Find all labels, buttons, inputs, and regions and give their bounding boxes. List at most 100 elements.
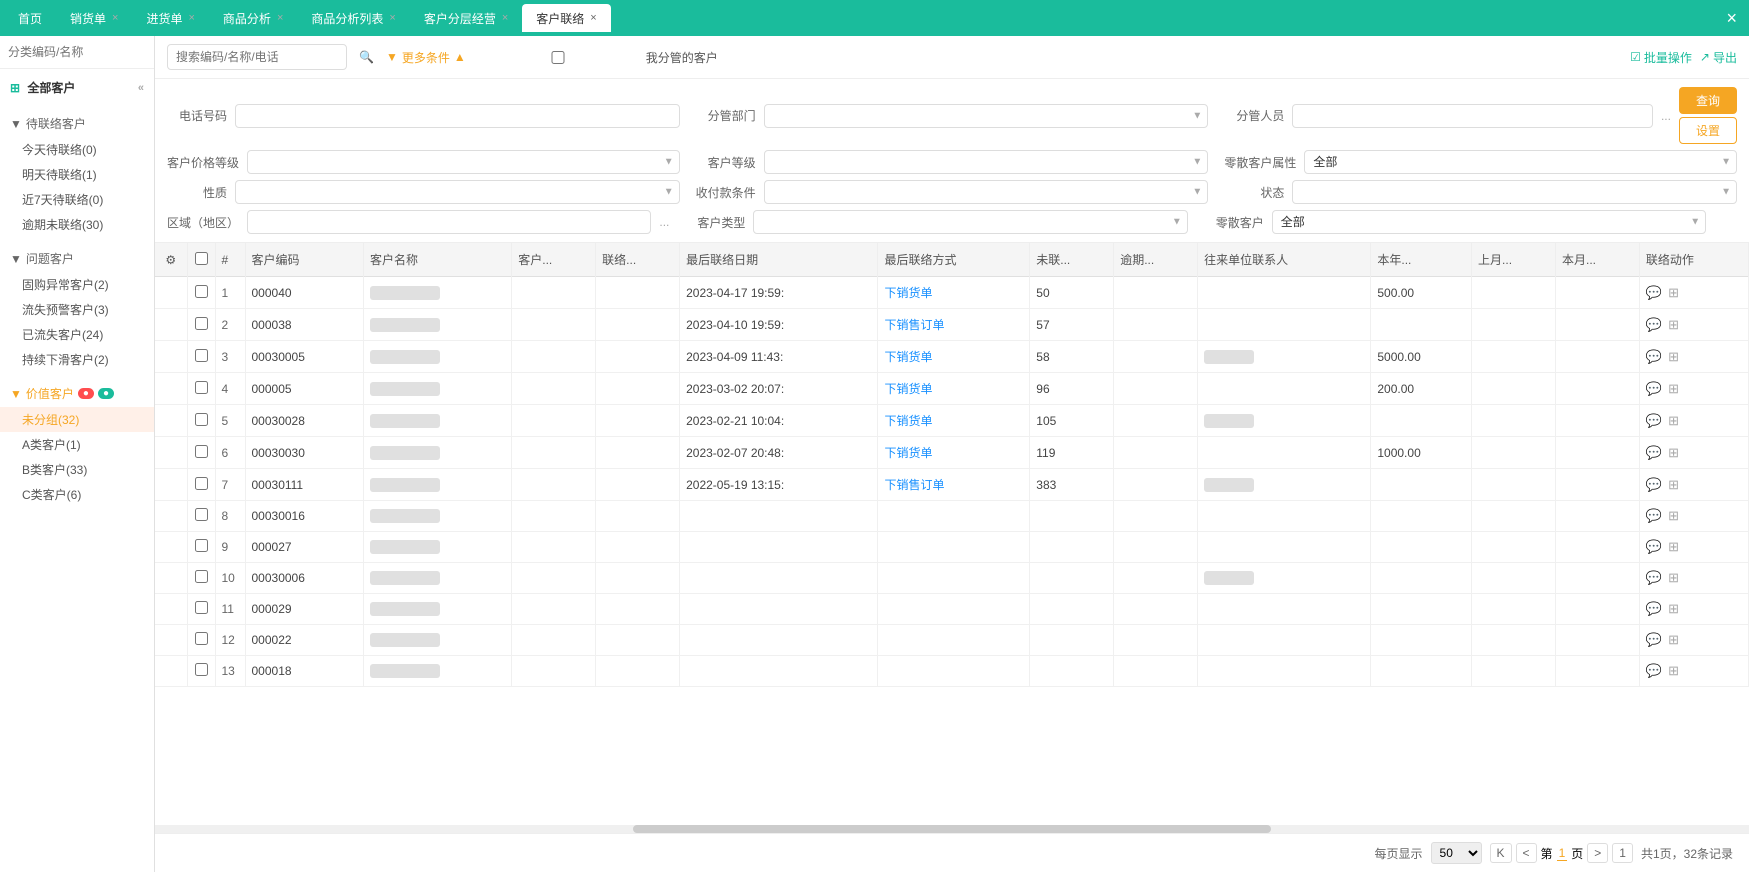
sidebar-item-near7[interactable]: 近7天待联络(0)	[0, 187, 154, 212]
select-all-checkbox[interactable]	[195, 252, 208, 265]
col-overdue[interactable]: 逾期...	[1114, 243, 1198, 277]
scrollbar-thumb[interactable]	[633, 825, 1271, 833]
next-page-btn[interactable]: >	[1587, 843, 1608, 863]
cell-checkbox[interactable]	[187, 341, 215, 373]
sidebar-item-lost[interactable]: 已流失客户(24)	[0, 322, 154, 347]
cell-checkbox[interactable]	[187, 373, 215, 405]
batch-ops-btn[interactable]: ☑ 批量操作	[1630, 49, 1692, 66]
sidebar-item-group-b[interactable]: B类客户(33)	[0, 457, 154, 482]
price-select[interactable]	[247, 150, 680, 174]
tab-sales[interactable]: 销货单 ×	[56, 4, 132, 32]
last-page-btn[interactable]: 1	[1612, 843, 1633, 863]
grid-action-icon[interactable]: ⊞	[1668, 570, 1679, 586]
my-customers-checkbox[interactable]	[478, 51, 638, 64]
chat-icon[interactable]: 💬	[1646, 477, 1662, 493]
first-page-btn[interactable]: K	[1490, 843, 1512, 863]
more-conditions-btn[interactable]: ▼ 更多条件 ▲	[386, 49, 466, 66]
sidebar-item-predicted-loss[interactable]: 流失预警客户(3)	[0, 297, 154, 322]
row-checkbox[interactable]	[195, 349, 208, 362]
col-contact[interactable]: 联络...	[596, 243, 680, 277]
cell-last-method[interactable]	[878, 501, 1030, 532]
sidebar-search-input[interactable]	[8, 45, 155, 59]
cell-checkbox[interactable]	[187, 625, 215, 656]
sidebar-item-group-a[interactable]: A类客户(1)	[0, 432, 154, 457]
retail-select[interactable]: 全部	[1272, 210, 1706, 234]
cell-checkbox[interactable]	[187, 277, 215, 309]
close-sales-tab[interactable]: ×	[112, 12, 118, 24]
cell-checkbox[interactable]	[187, 469, 215, 501]
tab-goods-analysis[interactable]: 商品分析 ×	[209, 4, 297, 32]
tab-home[interactable]: 首页	[4, 4, 56, 32]
col-last-method[interactable]: 最后联络方式	[878, 243, 1030, 277]
cell-last-method[interactable]	[878, 532, 1030, 563]
cell-checkbox[interactable]	[187, 405, 215, 437]
sidebar-waiting-header[interactable]: ▼ 待联络客户	[0, 110, 154, 137]
retail-attr-select[interactable]: 全部	[1304, 150, 1737, 174]
col-last-month[interactable]: 上月...	[1472, 243, 1556, 277]
tab-goods-list[interactable]: 商品分析列表 ×	[297, 4, 409, 32]
chat-icon[interactable]: 💬	[1646, 285, 1662, 301]
sidebar-item-tomorrow[interactable]: 明天待联络(1)	[0, 162, 154, 187]
chat-icon[interactable]: 💬	[1646, 508, 1662, 524]
cell-checkbox[interactable]	[187, 532, 215, 563]
cell-last-method[interactable]: 下销货单	[878, 405, 1030, 437]
sidebar-item-today[interactable]: 今天待联络(0)	[0, 137, 154, 162]
col-unlink[interactable]: 未联...	[1030, 243, 1114, 277]
status-select[interactable]	[1292, 180, 1737, 204]
close-goods-list-tab[interactable]: ×	[389, 12, 395, 24]
cell-last-method[interactable]: 下销货单	[878, 341, 1030, 373]
my-customers-checkbox-label[interactable]: 我分管的客户	[478, 49, 718, 66]
grid-action-icon[interactable]: ⊞	[1668, 601, 1679, 617]
cell-last-method[interactable]: 下销货单	[878, 437, 1030, 469]
chat-icon[interactable]: 💬	[1646, 632, 1662, 648]
chat-icon[interactable]: 💬	[1646, 539, 1662, 555]
sidebar-item-abnormal[interactable]: 固购异常客户(2)	[0, 272, 154, 297]
nature-select[interactable]	[235, 180, 680, 204]
sidebar-value-header[interactable]: ▼ 价值客户 ● ●	[0, 380, 154, 407]
close-customer-tier-tab[interactable]: ×	[502, 12, 508, 24]
type-select[interactable]	[753, 210, 1187, 234]
row-checkbox[interactable]	[195, 663, 208, 676]
col-this-month[interactable]: 本月...	[1555, 243, 1639, 277]
cell-last-method[interactable]: 下销货单	[878, 373, 1030, 405]
reset-btn[interactable]: 设置	[1679, 117, 1737, 144]
person-dots-btn[interactable]: ...	[1661, 109, 1671, 123]
chat-icon[interactable]: 💬	[1646, 349, 1662, 365]
payment-select[interactable]	[764, 180, 1209, 204]
phone-input[interactable]	[235, 104, 680, 128]
cell-last-method[interactable]	[878, 594, 1030, 625]
search-btn-icon[interactable]: 🔍	[359, 50, 374, 64]
chat-icon[interactable]: 💬	[1646, 601, 1662, 617]
cell-checkbox[interactable]	[187, 594, 215, 625]
horizontal-scrollbar[interactable]	[155, 825, 1749, 833]
cell-last-method[interactable]: 下销货单	[878, 277, 1030, 309]
grid-action-icon[interactable]: ⊞	[1668, 477, 1679, 493]
row-checkbox[interactable]	[195, 413, 208, 426]
page-size-select[interactable]: 50 100 200	[1431, 842, 1482, 864]
close-purchase-tab[interactable]: ×	[188, 12, 194, 24]
chat-icon[interactable]: 💬	[1646, 413, 1662, 429]
cell-checkbox[interactable]	[187, 437, 215, 469]
grid-action-icon[interactable]: ⊞	[1668, 381, 1679, 397]
sidebar-collapse-btn[interactable]: «	[138, 82, 144, 94]
grid-action-icon[interactable]: ⊞	[1668, 539, 1679, 555]
col-this-year[interactable]: 本年...	[1371, 243, 1472, 277]
cell-last-method[interactable]	[878, 656, 1030, 687]
person-input[interactable]	[1292, 104, 1653, 128]
chat-icon[interactable]: 💬	[1646, 663, 1662, 679]
dept-select[interactable]	[764, 104, 1209, 128]
area-dots-btn[interactable]: ...	[659, 215, 669, 229]
col-code[interactable]: 客户编码	[245, 243, 364, 277]
sidebar-item-decreasing[interactable]: 持续下滑客户(2)	[0, 347, 154, 372]
cell-last-method[interactable]	[878, 563, 1030, 594]
col-checkbox-all[interactable]	[187, 243, 215, 277]
query-btn[interactable]: 查询	[1679, 87, 1737, 114]
col-type[interactable]: 客户...	[512, 243, 596, 277]
cell-last-method[interactable]: 下销售订单	[878, 469, 1030, 501]
level-select[interactable]	[764, 150, 1209, 174]
tab-purchase[interactable]: 进货单 ×	[132, 4, 208, 32]
row-checkbox[interactable]	[195, 285, 208, 298]
export-btn[interactable]: ↗ 导出	[1700, 49, 1737, 66]
row-checkbox[interactable]	[195, 508, 208, 521]
row-checkbox[interactable]	[195, 381, 208, 394]
